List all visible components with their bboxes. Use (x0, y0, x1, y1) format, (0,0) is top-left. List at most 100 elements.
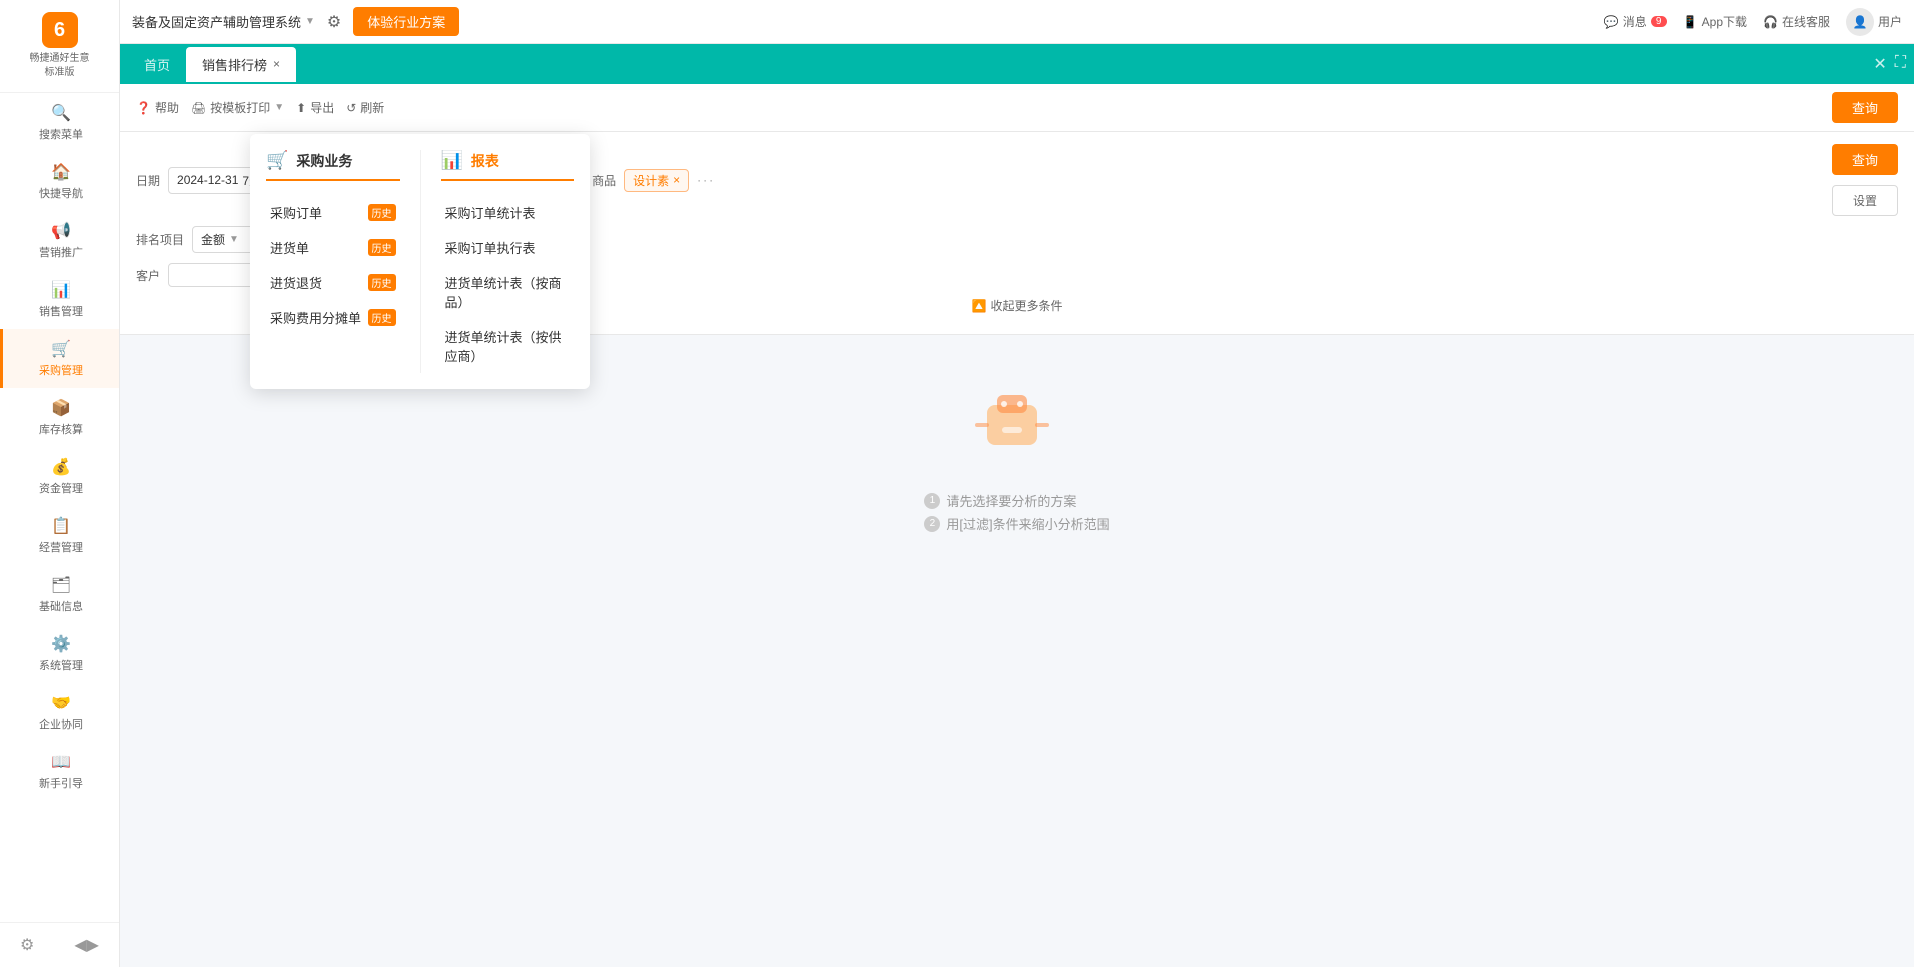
settings-btn[interactable]: 设置 (1832, 185, 1898, 216)
system-icon: ⚙️ (51, 634, 71, 654)
toolbar: ❓ 帮助 🖨 按模板打印 ▼ ⬆ 导出 ↺ 刷新 查询 (120, 84, 1914, 132)
base-info-icon: 🗂 (51, 575, 71, 595)
hint-num-1: 1 (924, 493, 940, 509)
sidebar-item-quick-nav[interactable]: 🏠 快捷导航 (0, 152, 119, 211)
sidebar-label-guide: 新手引导 (39, 775, 83, 791)
topbar: 装备及固定资产辅助管理系统 ▼ ⚙ 体验行业方案 💬 消息 9 📱 App下载 … (120, 0, 1914, 44)
collapse-up-icon: 🔼 (972, 299, 987, 313)
purchase-icon: 🛒 (51, 339, 71, 359)
filter-right-actions: 查询 设置 (1832, 144, 1898, 216)
topbar-arrow-icon: ▼ (305, 16, 315, 27)
rank-filter-label: 排名项目 (136, 231, 184, 248)
history-badge-0: 历史 (368, 204, 396, 221)
tab-sales-ranking[interactable]: 销售排行榜 × (186, 47, 296, 82)
report-col-title: 报表 (471, 151, 499, 171)
tab-home[interactable]: 首页 (128, 47, 186, 82)
operations-icon: 📋 (51, 516, 71, 536)
sidebar-item-search[interactable]: 🔍 搜索菜单 (0, 93, 119, 152)
sidebar-item-system[interactable]: ⚙️ 系统管理 (0, 624, 119, 683)
query-btn[interactable]: 查询 (1832, 92, 1898, 123)
dropdown-item-purchase-return[interactable]: 进货退货 历史 (266, 265, 400, 300)
tab-close-icon[interactable]: × (273, 57, 280, 71)
goods-more-dots[interactable]: ··· (697, 173, 715, 187)
online-service-btn[interactable]: 🎧 在线客服 (1763, 13, 1830, 30)
collapse-sidebar-btn[interactable]: ◀▶ (70, 931, 103, 959)
tab-bar-controls: ✕ ⛶ (1873, 54, 1906, 74)
refresh-btn[interactable]: ↺ 刷新 (346, 99, 384, 116)
sidebar-item-inventory[interactable]: 📦 库存核算 (0, 388, 119, 447)
home-icon: 🏠 (51, 162, 71, 182)
export-icon: ⬆ (296, 101, 306, 115)
sidebar-item-enterprise[interactable]: 🤝 企业协同 (0, 683, 119, 742)
purchase-dropdown-menu: 🛒 采购业务 采购订单 历史 进货单 历史 进货退货 (250, 134, 590, 389)
sidebar-item-finance[interactable]: 💰 资金管理 (0, 447, 119, 506)
sidebar-item-marketing[interactable]: 📢 营销推广 (0, 211, 119, 270)
sidebar-label-quick-nav: 快捷导航 (39, 185, 83, 201)
sidebar-label-base-info: 基础信息 (39, 598, 83, 614)
hint-text-2: 用[过滤]条件来缩小分析范围 (946, 514, 1109, 533)
goods-tag-close[interactable]: × (673, 173, 680, 187)
export-btn[interactable]: ⬆ 导出 (296, 99, 334, 116)
sidebar-item-purchase[interactable]: 🛒 采购管理 (0, 329, 119, 388)
dropdown-menu-inner: 🛒 采购业务 采购订单 历史 进货单 历史 进货退货 (250, 134, 590, 389)
topbar-right: 💬 消息 9 📱 App下载 🎧 在线客服 👤 用户 (1604, 8, 1902, 36)
tab-close-all-icon[interactable]: ✕ (1873, 54, 1886, 74)
finance-icon: 💰 (51, 457, 71, 477)
dropdown-item-purchase-expense[interactable]: 采购费用分摊单 历史 (266, 300, 400, 335)
sidebar-item-sales[interactable]: 📊 销售管理 (0, 270, 119, 329)
topbar-gear-icon[interactable]: ⚙ (323, 8, 345, 36)
dropdown-item-report-2[interactable]: 采购订单执行表 (441, 230, 575, 265)
notifications-btn[interactable]: 💬 消息 9 (1604, 13, 1667, 30)
sidebar-item-guide[interactable]: 📖 新手引导 (0, 742, 119, 801)
rank-arrow-icon: ▼ (229, 234, 239, 245)
dropdown-item-purchase-order[interactable]: 采购订单 历史 (266, 195, 400, 230)
empty-texts: 1 请先选择要分析的方案 2 用[过滤]条件来缩小分析范围 (924, 487, 1109, 537)
report-col: 📊 报表 采购订单统计表 采购订单执行表 进货单统计表（按商品） (441, 150, 575, 373)
dropdown-item-report-4[interactable]: 进货单统计表（按供应商） (441, 319, 575, 373)
help-btn[interactable]: ❓ 帮助 (136, 99, 179, 116)
sidebar-label-operations: 经营管理 (39, 539, 83, 555)
export-label: 导出 (310, 99, 334, 116)
dropdown-divider (420, 150, 421, 373)
purchase-col-header: 🛒 采购业务 (266, 150, 400, 181)
dropdown-item-report-1[interactable]: 采购订单统计表 (441, 195, 575, 230)
sidebar-label-purchase: 采购管理 (39, 362, 83, 378)
dropdown-item-purchase-in[interactable]: 进货单 历史 (266, 230, 400, 265)
guide-icon: 📖 (51, 752, 71, 772)
app-name: 畅捷通好生意 标准版 (30, 52, 90, 80)
date-filter-label: 日期 (136, 172, 160, 189)
print-label: 按模板打印 (210, 99, 270, 116)
dropdown-item-report-3[interactable]: 进货单统计表（按商品） (441, 265, 575, 319)
print-icon: 🖨 (191, 101, 206, 115)
notifications-badge: 9 (1651, 16, 1667, 27)
history-badge-3: 历史 (368, 309, 396, 326)
empty-robot-svg (967, 375, 1057, 465)
sidebar-item-operations[interactable]: 📋 经营管理 (0, 506, 119, 565)
date-value: 2024-12-31 (177, 173, 238, 187)
app-download-label: App下载 (1702, 13, 1747, 30)
user-btn[interactable]: 👤 用户 (1846, 8, 1902, 36)
app-download-btn[interactable]: 📱 App下载 (1683, 13, 1747, 30)
filter-collapse-btn[interactable]: 🔼 收起更多条件 (972, 297, 1063, 314)
sidebar-item-base-info[interactable]: 🗂 基础信息 (0, 565, 119, 624)
empty-state: 1 请先选择要分析的方案 2 用[过滤]条件来缩小分析范围 (924, 375, 1109, 537)
tab-expand-icon[interactable]: ⛶ (1895, 54, 1906, 74)
industry-btn[interactable]: 体验行业方案 (353, 7, 459, 36)
history-badge-1: 历史 (368, 239, 396, 256)
settings-bottom-btn[interactable]: ⚙ (16, 931, 38, 959)
report-col-icon: 📊 (441, 150, 463, 171)
report-col-header: 📊 报表 (441, 150, 575, 181)
sidebar-nav: 🔍 搜索菜单 🏠 快捷导航 📢 营销推广 📊 销售管理 🛒 采购管理 📦 (0, 93, 119, 922)
tab-bar: 首页 销售排行榜 × ✕ ⛶ (120, 44, 1914, 84)
query-btn-right[interactable]: 查询 (1832, 144, 1898, 175)
topbar-system[interactable]: 装备及固定资产辅助管理系统 ▼ (132, 12, 315, 31)
user-avatar: 👤 (1846, 8, 1874, 36)
search-icon: 🔍 (51, 103, 71, 123)
app-container: 6 畅捷通好生意 标准版 🔍 搜索菜单 🏠 快捷导航 📢 营销推广 📊 (0, 0, 1914, 967)
notifications-label: 消息 (1623, 13, 1647, 30)
purchase-col-title: 采购业务 (296, 151, 352, 171)
headset-icon: 🎧 (1763, 15, 1778, 29)
print-btn[interactable]: 🖨 按模板打印 ▼ (191, 99, 284, 116)
refresh-icon: ↺ (346, 101, 356, 115)
help-icon: ❓ (136, 101, 151, 115)
